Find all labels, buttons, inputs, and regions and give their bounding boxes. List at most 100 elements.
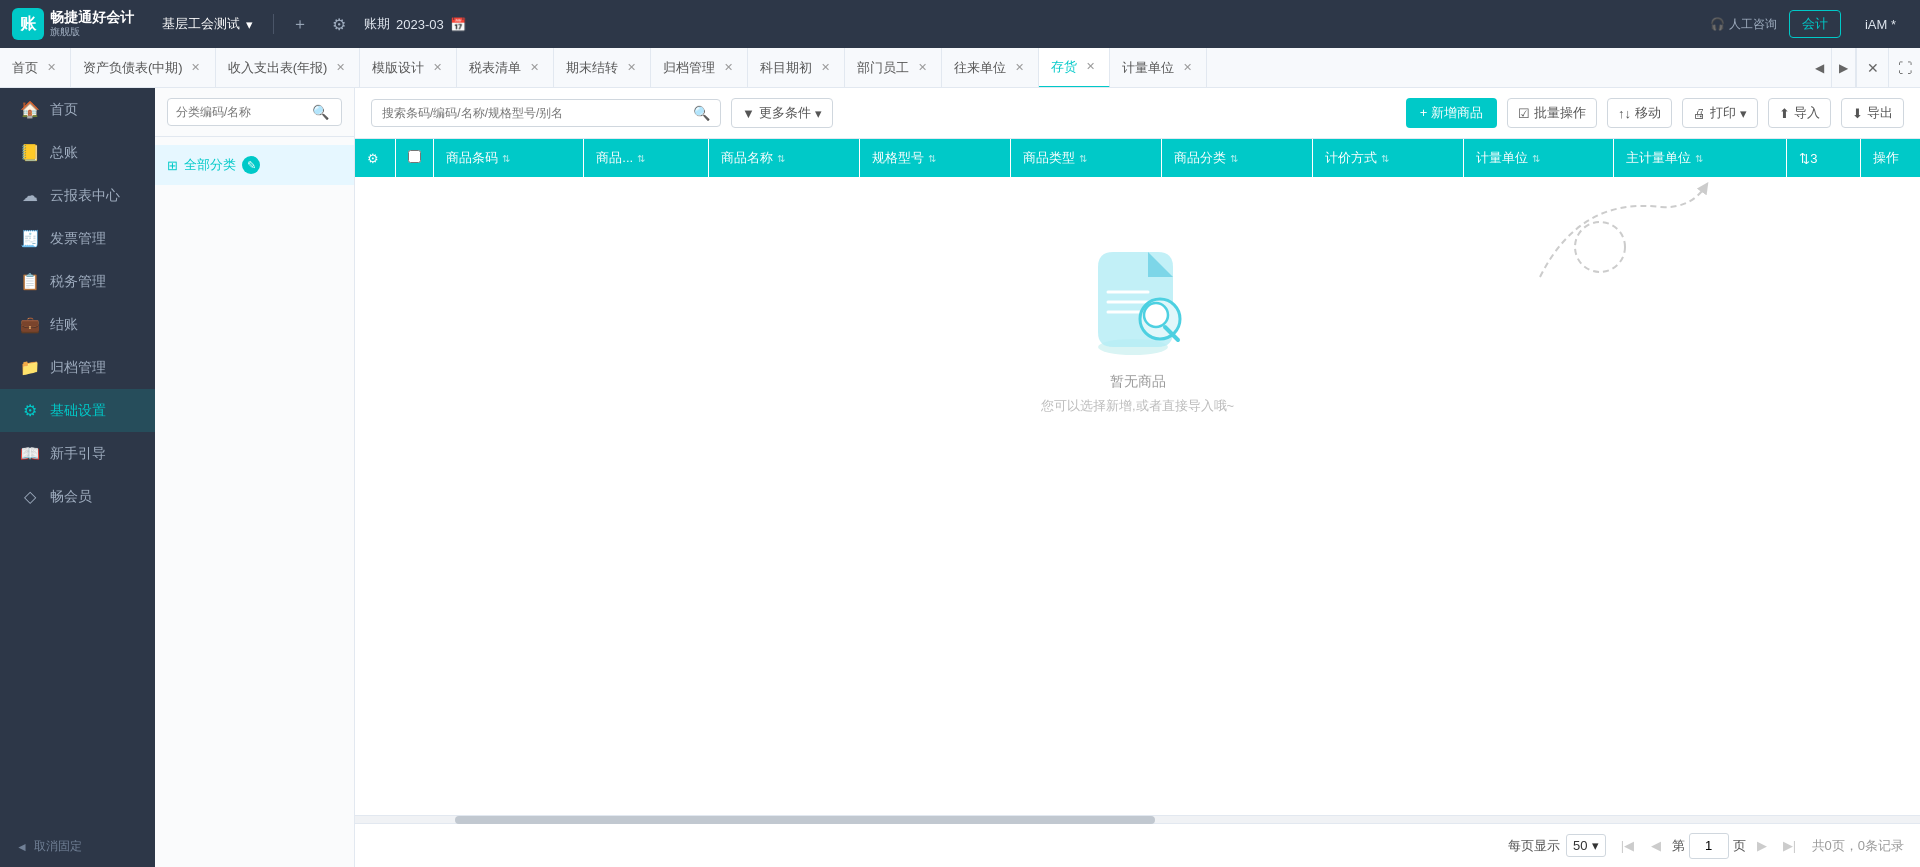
- tab-period[interactable]: 期末结转 ✕: [554, 48, 651, 88]
- first-page-button[interactable]: |◀: [1616, 834, 1640, 858]
- sidebar-item-settings[interactable]: ⚙ 基础设置: [0, 389, 155, 432]
- tab-close-all-button[interactable]: ✕: [1856, 48, 1888, 88]
- th-category[interactable]: 商品分类 ⇅: [1161, 139, 1312, 177]
- tab-dept-close[interactable]: ✕: [915, 61, 929, 75]
- page-size-select[interactable]: 50 ▾: [1566, 834, 1605, 857]
- tab-income-close[interactable]: ✕: [333, 61, 347, 75]
- th-checkbox[interactable]: [395, 139, 433, 177]
- export-button[interactable]: ⬇ 导出: [1841, 98, 1904, 128]
- help-button[interactable]: 🎧 人工咨询: [1710, 16, 1777, 33]
- tab-balance[interactable]: 资产负债表(中期) ✕: [71, 48, 216, 88]
- tab-prev-button[interactable]: ◀: [1808, 48, 1832, 88]
- last-page-button[interactable]: ▶|: [1778, 834, 1802, 858]
- th-category-label: 商品分类: [1174, 149, 1226, 167]
- th-spec-label: 规格型号: [872, 149, 924, 167]
- add-tab-button[interactable]: ＋: [286, 10, 314, 39]
- sidebar-item-tax[interactable]: 📋 税务管理: [0, 260, 155, 303]
- sidebar-item-cloud[interactable]: ☁ 云报表中心: [0, 174, 155, 217]
- add-product-button[interactable]: + 新增商品: [1406, 98, 1497, 128]
- th-price-method-label: 计价方式: [1325, 149, 1377, 167]
- sidebar-item-ledger[interactable]: 📒 总账: [0, 131, 155, 174]
- org-selector[interactable]: 基层工会测试 ▾: [154, 11, 261, 37]
- category-edit-icon[interactable]: ✎: [242, 156, 260, 174]
- sort-name-icon[interactable]: ⇅: [777, 153, 785, 164]
- th-type[interactable]: 商品类型 ⇅: [1011, 139, 1162, 177]
- iam-button[interactable]: iAM *: [1853, 13, 1908, 36]
- settings-col-icon[interactable]: ⚙: [367, 151, 379, 166]
- th-settings[interactable]: ⚙: [355, 139, 395, 177]
- tab-home[interactable]: 首页 ✕: [0, 48, 71, 88]
- sort-type-icon[interactable]: ⇅: [1079, 153, 1087, 164]
- settings-gear-button[interactable]: ⚙: [326, 11, 352, 38]
- main-search-icon[interactable]: 🔍: [693, 105, 710, 121]
- tab-period-close[interactable]: ✕: [624, 61, 638, 75]
- sort-price-icon[interactable]: ⇅: [1381, 153, 1389, 164]
- th-code[interactable]: 商品... ⇅: [584, 139, 709, 177]
- th-name-label: 商品名称: [721, 149, 773, 167]
- th-spec[interactable]: 规格型号 ⇅: [860, 139, 1011, 177]
- tab-subject[interactable]: 科目期初 ✕: [748, 48, 845, 88]
- collapse-button[interactable]: ◀: [318, 153, 342, 177]
- tax-icon: 📋: [20, 272, 40, 291]
- per-page-label: 每页显示: [1508, 837, 1560, 855]
- sidebar-item-guide[interactable]: 📖 新手引导: [0, 432, 155, 475]
- tab-unit-close[interactable]: ✕: [1180, 61, 1194, 75]
- th-col3[interactable]: ⇅3: [1787, 139, 1860, 177]
- cancel-pin-button[interactable]: ◄ 取消固定: [0, 826, 155, 867]
- tab-template-close[interactable]: ✕: [430, 61, 444, 75]
- tab-expand-button[interactable]: ⛶: [1888, 48, 1920, 88]
- tab-partner-close[interactable]: ✕: [1012, 61, 1026, 75]
- tab-archive[interactable]: 归档管理 ✕: [651, 48, 748, 88]
- import-button[interactable]: ⬆ 导入: [1768, 98, 1831, 128]
- th-unit[interactable]: 计量单位 ⇅: [1463, 139, 1614, 177]
- tab-inventory[interactable]: 存货 ✕: [1039, 48, 1110, 88]
- page-number-input[interactable]: [1689, 833, 1729, 859]
- move-button[interactable]: ↑↓ 移动: [1607, 98, 1672, 128]
- th-main-unit[interactable]: 主计量单位 ⇅: [1614, 139, 1787, 177]
- tab-subject-close[interactable]: ✕: [818, 61, 832, 75]
- th-name[interactable]: 商品名称 ⇅: [709, 139, 860, 177]
- sort-barcode-icon[interactable]: ⇅: [502, 153, 510, 164]
- prev-page-button[interactable]: ◀: [1644, 834, 1668, 858]
- sort-unit-icon[interactable]: ⇅: [1532, 153, 1540, 164]
- th-price-method[interactable]: 计价方式 ⇅: [1312, 139, 1463, 177]
- calendar-icon[interactable]: 📅: [450, 17, 466, 32]
- sidebar-item-close[interactable]: 💼 结账: [0, 303, 155, 346]
- tab-tax-close[interactable]: ✕: [527, 61, 541, 75]
- th-unit-label: 计量单位: [1476, 149, 1528, 167]
- category-search-icon[interactable]: 🔍: [312, 104, 329, 120]
- sort-main-unit-icon[interactable]: ⇅: [1695, 153, 1703, 164]
- print-button[interactable]: 🖨 打印 ▾: [1682, 98, 1758, 128]
- table-scroll-bar[interactable]: [355, 815, 1920, 823]
- table-scroll-thumb[interactable]: [455, 816, 1155, 824]
- sort-category-icon[interactable]: ⇅: [1230, 153, 1238, 164]
- tab-balance-close[interactable]: ✕: [189, 61, 203, 75]
- tab-partner[interactable]: 往来单位 ✕: [942, 48, 1039, 88]
- tab-archive-close[interactable]: ✕: [721, 61, 735, 75]
- tab-archive-label: 归档管理: [663, 59, 715, 77]
- tab-home-close[interactable]: ✕: [44, 61, 58, 75]
- category-item-all[interactable]: ⊞ 全部分类 ✎ ◀: [155, 145, 354, 185]
- tab-template[interactable]: 模版设计 ✕: [360, 48, 457, 88]
- tab-dept[interactable]: 部门员工 ✕: [845, 48, 942, 88]
- select-all-checkbox[interactable]: [408, 150, 421, 163]
- tab-inventory-close[interactable]: ✕: [1083, 60, 1097, 74]
- next-page-button[interactable]: ▶: [1750, 834, 1774, 858]
- more-conditions-button[interactable]: ▼ 更多条件 ▾: [731, 98, 833, 128]
- tab-next-button[interactable]: ▶: [1832, 48, 1856, 88]
- batch-ops-button[interactable]: ☑ 批量操作: [1507, 98, 1597, 128]
- sidebar-item-archive[interactable]: 📁 归档管理: [0, 346, 155, 389]
- tab-income[interactable]: 收入支出表(年报) ✕: [216, 48, 361, 88]
- category-search-input[interactable]: [176, 105, 306, 119]
- main-search-input[interactable]: [382, 106, 687, 120]
- th-barcode[interactable]: 商品条码 ⇅: [433, 139, 584, 177]
- logo-icon: 账: [12, 8, 44, 40]
- tab-unit[interactable]: 计量单位 ✕: [1110, 48, 1207, 88]
- sidebar-item-member[interactable]: ◇ 畅会员: [0, 475, 155, 518]
- sort-code-icon[interactable]: ⇅: [637, 153, 645, 164]
- sidebar-item-invoice[interactable]: 🧾 发票管理: [0, 217, 155, 260]
- tab-tax[interactable]: 税表清单 ✕: [457, 48, 554, 88]
- account-button[interactable]: 会计: [1789, 10, 1841, 38]
- sidebar-item-home[interactable]: 🏠 首页: [0, 88, 155, 131]
- sort-spec-icon[interactable]: ⇅: [928, 153, 936, 164]
